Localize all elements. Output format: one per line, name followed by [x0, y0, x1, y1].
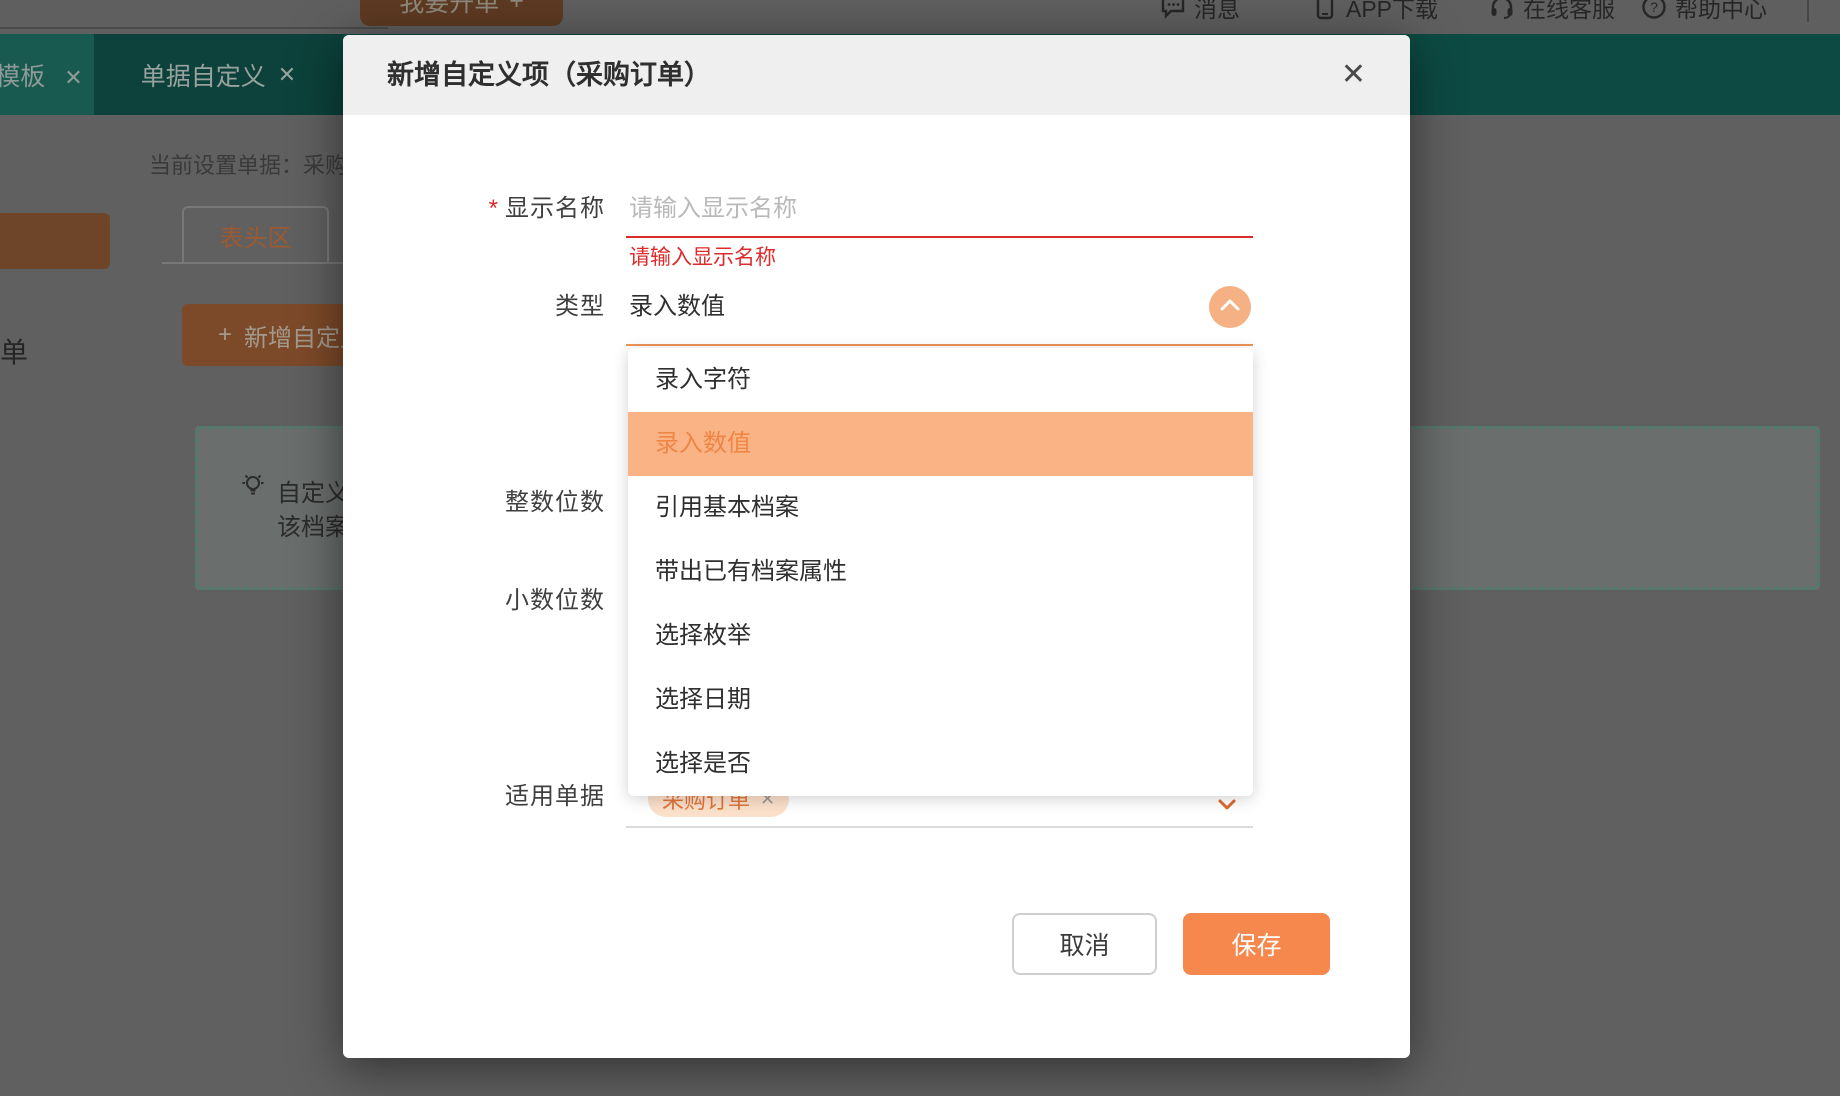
- dropdown-option-input-number[interactable]: 录入数值: [628, 412, 1253, 476]
- section-tab-underline: [162, 262, 362, 264]
- cancel-button[interactable]: 取消: [1012, 913, 1157, 975]
- tab-doc-customization[interactable]: 单据自定义 ✕: [94, 34, 343, 115]
- create-order-button[interactable]: 我要开单 +: [360, 0, 563, 26]
- type-select-value[interactable]: 录入数值: [629, 293, 725, 321]
- chevron-up-icon: [1219, 298, 1241, 317]
- dropdown-option-input-text[interactable]: 录入字符: [628, 348, 1253, 412]
- plus-icon: +: [218, 321, 233, 348]
- dialog-header: 新增自定义项（采购订单） ✕: [343, 35, 1410, 115]
- topbar-item-label: 在线客服: [1523, 0, 1615, 22]
- display-name-input[interactable]: 请输入显示名称: [629, 195, 797, 223]
- dropdown-option-ref-archive[interactable]: 引用基本档案: [628, 476, 1253, 540]
- toolbar-divider-line: [0, 27, 388, 29]
- topbar-item-messages[interactable]: 消息: [1160, 0, 1240, 27]
- decimal-digits-label: 小数位数: [505, 587, 605, 614]
- help-center-icon: ?: [1641, 0, 1667, 20]
- tab-header-area[interactable]: 表头区: [182, 206, 329, 262]
- add-custom-item-dialog: 新增自定义项（采购订单） ✕ * 显示名称 请输入显示名称 请输入显示名称 类型 …: [343, 35, 1410, 1058]
- tab-close-icon[interactable]: ✕: [64, 65, 82, 90]
- clipped-side-text: 单: [0, 337, 29, 368]
- display-name-underline: [626, 236, 1253, 238]
- display-name-label: * 显示名称: [488, 195, 605, 222]
- type-label: 类型: [555, 293, 605, 320]
- tab-close-icon[interactable]: ✕: [278, 62, 296, 88]
- apply-docs-label: 适用单据: [505, 783, 605, 810]
- tab-label: 模板: [0, 62, 46, 91]
- required-asterisk: *: [488, 195, 499, 222]
- display-name-error: 请输入显示名称: [629, 246, 776, 269]
- topbar-item-label: APP下载: [1346, 0, 1439, 22]
- app-download-icon: [1312, 0, 1338, 20]
- topbar-item-label: 帮助中心: [1675, 0, 1767, 22]
- tip-text-line2: 该档案: [277, 514, 349, 541]
- close-icon[interactable]: ✕: [1341, 59, 1366, 91]
- integer-digits-label: 整数位数: [505, 489, 605, 516]
- dropdown-option-enum[interactable]: 选择枚举: [628, 604, 1253, 668]
- save-button[interactable]: 保存: [1183, 913, 1330, 975]
- message-icon: [1160, 0, 1186, 20]
- topbar-item-app-download[interactable]: APP下载: [1312, 0, 1438, 27]
- plus-icon: +: [509, 0, 524, 15]
- type-dropdown-toggle[interactable]: [1209, 286, 1251, 328]
- topbar-item-online-support[interactable]: 在线客服: [1489, 0, 1615, 27]
- tab-template[interactable]: 模板 ✕: [0, 34, 94, 115]
- create-order-label: 我要开单: [399, 0, 500, 17]
- svg-text:?: ?: [1650, 0, 1658, 15]
- type-underline: [626, 344, 1253, 346]
- type-dropdown-menu: 录入字符 录入数值 引用基本档案 带出已有档案属性 选择枚举 选择日期 选择是否: [628, 348, 1253, 796]
- dialog-title: 新增自定义项（采购订单）: [387, 60, 711, 90]
- topbar-item-label: 消息: [1194, 0, 1240, 22]
- tab-label: 单据自定义: [140, 62, 266, 91]
- left-orange-button[interactable]: [0, 213, 110, 269]
- topbar-item-help-center[interactable]: ? 帮助中心: [1641, 0, 1767, 27]
- screen: 我要开单 + 消息 APP下载 在线客服 ? 帮助中心 模板 ✕ 单据自定义 ✕…: [0, 0, 1840, 1096]
- top-toolbar: 我要开单 + 消息 APP下载 在线客服 ? 帮助中心: [0, 0, 1840, 34]
- apply-docs-underline: [626, 826, 1253, 828]
- lightbulb-icon: [238, 470, 268, 505]
- dropdown-option-bring-attr[interactable]: 带出已有档案属性: [628, 540, 1253, 604]
- tip-text-line1: 自定义: [277, 480, 349, 507]
- dropdown-option-date[interactable]: 选择日期: [628, 668, 1253, 732]
- dropdown-option-boolean[interactable]: 选择是否: [628, 732, 1253, 796]
- chevron-down-icon[interactable]: [1217, 798, 1237, 816]
- online-support-icon: [1489, 0, 1515, 20]
- topbar-divider: [1807, 0, 1809, 22]
